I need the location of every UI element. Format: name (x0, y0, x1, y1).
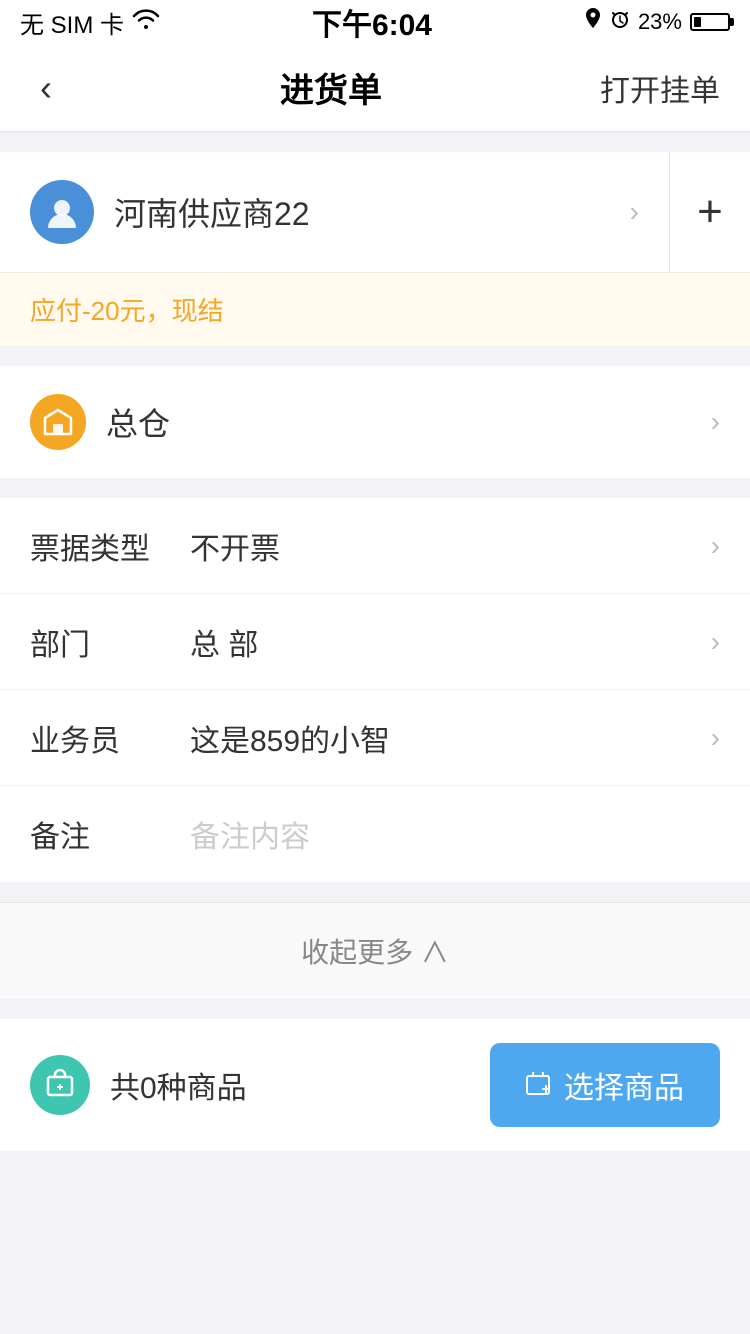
alarm-icon (610, 9, 630, 35)
department-value: 总 部 (170, 620, 701, 664)
status-right: 23% (584, 8, 730, 36)
battery-percent: 23% (638, 9, 682, 35)
department-label: 部门 (30, 620, 170, 664)
invoice-type-row[interactable]: 票据类型 不开票 › (0, 498, 750, 594)
notice-text: 应付-20元，现结 (30, 296, 224, 326)
product-icon (30, 1055, 90, 1115)
salesperson-chevron-icon: › (711, 722, 720, 754)
warehouse-name: 总仓 (106, 399, 701, 445)
warehouse-chevron-icon: › (711, 406, 720, 438)
invoice-type-label: 票据类型 (30, 524, 170, 568)
status-bar: 无 SIM 卡 下午6:04 23% (0, 0, 750, 44)
collapse-button[interactable]: 收起更多 ∧ (0, 902, 750, 999)
department-chevron-icon: › (711, 626, 720, 658)
form-section: 票据类型 不开票 › 部门 总 部 › 业务员 这是859的小智 › 备注 备注… (0, 498, 750, 882)
page-title: 进货单 (280, 63, 382, 112)
product-count-label: 共0种商品 (110, 1063, 490, 1107)
invoice-type-value: 不开票 (170, 524, 701, 568)
carrier-text: 无 SIM 卡 (20, 5, 124, 40)
department-row[interactable]: 部门 总 部 › (0, 594, 750, 690)
select-product-label: 选择商品 (564, 1063, 684, 1107)
select-product-button[interactable]: 选择商品 (490, 1043, 720, 1127)
warehouse-icon (30, 394, 86, 450)
battery-icon (690, 13, 730, 31)
remark-placeholder: 备注内容 (170, 812, 720, 856)
status-time: 下午6:04 (312, 0, 432, 44)
invoice-type-chevron-icon: › (711, 530, 720, 562)
add-supplier-button[interactable]: + (670, 152, 750, 272)
back-button[interactable]: ‹ (30, 57, 62, 119)
nav-bar: ‹ 进货单 打开挂单 (0, 44, 750, 132)
wifi-icon (132, 8, 160, 36)
remark-label: 备注 (30, 812, 170, 856)
content-area: 河南供应商22 › + 应付-20元，现结 总仓 › 票据类型 不开票 › 部门… (0, 152, 750, 1151)
supplier-chevron-icon: › (630, 196, 639, 228)
warehouse-row[interactable]: 总仓 › (0, 366, 750, 478)
salesperson-label: 业务员 (30, 716, 170, 760)
supplier-name: 河南供应商22 (114, 189, 620, 235)
notice-banner: 应付-20元，现结 (0, 272, 750, 346)
supplier-selector[interactable]: 河南供应商22 › (0, 152, 670, 272)
supplier-avatar (30, 180, 94, 244)
open-pending-button[interactable]: 打开挂单 (600, 66, 720, 110)
salesperson-row[interactable]: 业务员 这是859的小智 › (0, 690, 750, 786)
supplier-section: 河南供应商22 › + (0, 152, 750, 272)
salesperson-value: 这是859的小智 (170, 716, 701, 760)
remark-row[interactable]: 备注 备注内容 (0, 786, 750, 882)
location-icon (584, 8, 602, 36)
status-left: 无 SIM 卡 (20, 5, 160, 40)
product-bar: 共0种商品 选择商品 (0, 1019, 750, 1151)
